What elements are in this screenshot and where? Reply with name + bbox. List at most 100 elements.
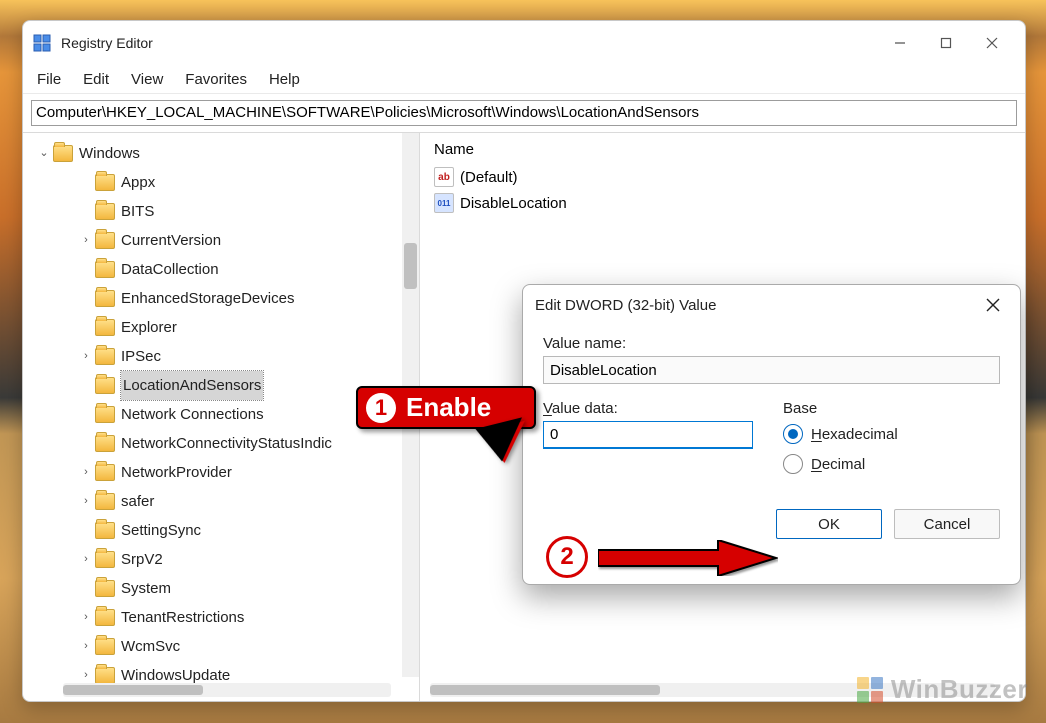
- address-input[interactable]: Computer\HKEY_LOCAL_MACHINE\SOFTWARE\Pol…: [31, 100, 1017, 126]
- tree-item-label: IPSec: [121, 342, 161, 371]
- maximize-button[interactable]: [923, 23, 969, 63]
- tree-item[interactable]: DataCollection: [23, 255, 419, 284]
- tree-item-label: Network Connections: [121, 400, 264, 429]
- menu-favorites[interactable]: Favorites: [185, 71, 247, 88]
- value-data-label: VValue data:alue data:: [543, 400, 753, 417]
- close-button[interactable]: [969, 23, 1015, 63]
- tree-item[interactable]: › safer: [23, 487, 419, 516]
- string-value-icon: ab: [434, 167, 454, 187]
- titlebar: Registry Editor: [23, 21, 1025, 65]
- menubar: File Edit View Favorites Help: [23, 65, 1025, 94]
- annotation-step1: 1 Enable: [356, 386, 536, 454]
- addressbar-container: Computer\HKEY_LOCAL_MACHINE\SOFTWARE\Pol…: [23, 94, 1025, 132]
- menu-file[interactable]: File: [37, 71, 61, 88]
- radio-hexadecimal[interactable]: Hexadecimal: [783, 419, 898, 449]
- ok-button[interactable]: OK: [776, 509, 882, 539]
- menu-help[interactable]: Help: [269, 71, 300, 88]
- window-title: Registry Editor: [61, 35, 153, 51]
- folder-icon: [95, 464, 115, 481]
- chevron-right-icon: ›: [79, 226, 93, 255]
- folder-icon: [95, 435, 115, 452]
- tree-item-label: safer: [121, 487, 154, 516]
- cancel-button[interactable]: Cancel: [894, 509, 1000, 539]
- tree-item[interactable]: EnhancedStorageDevices: [23, 284, 419, 313]
- tree-item[interactable]: Explorer: [23, 313, 419, 342]
- tree-item-label: DataCollection: [121, 255, 219, 284]
- folder-icon: [95, 551, 115, 568]
- tree-item-label: SettingSync: [121, 516, 201, 545]
- tree-item-label: System: [121, 574, 171, 603]
- chevron-right-icon: ›: [79, 603, 93, 632]
- folder-icon: [95, 174, 115, 191]
- binary-value-icon: 011: [434, 193, 454, 213]
- tree-item-label: SrpV2: [121, 545, 163, 574]
- folder-icon: [95, 638, 115, 655]
- chevron-right-icon: ›: [79, 458, 93, 487]
- folder-icon: [95, 667, 115, 684]
- folder-icon: [95, 493, 115, 510]
- chevron-right-icon: ›: [79, 632, 93, 661]
- folder-icon: [95, 203, 115, 220]
- folder-icon: [95, 319, 115, 336]
- tree-item-root[interactable]: ⌄Windows: [23, 139, 419, 168]
- folder-icon: [95, 261, 115, 278]
- tree-horizontal-scrollbar[interactable]: [63, 683, 391, 697]
- tree-item[interactable]: › CurrentVersion: [23, 226, 419, 255]
- dialog-titlebar: Edit DWORD (32-bit) Value: [523, 285, 1020, 325]
- value-data-input[interactable]: [543, 421, 753, 449]
- minimize-button[interactable]: [877, 23, 923, 63]
- tree-item-label: EnhancedStorageDevices: [121, 284, 294, 313]
- dialog-title: Edit DWORD (32-bit) Value: [535, 297, 716, 314]
- annotation-arrow: [598, 540, 778, 576]
- tree-item[interactable]: Appx: [23, 168, 419, 197]
- tree-item[interactable]: › TenantRestrictions: [23, 603, 419, 632]
- tree-item[interactable]: › IPSec: [23, 342, 419, 371]
- value-name-input[interactable]: [543, 356, 1000, 384]
- list-item[interactable]: 011DisableLocation: [430, 190, 1015, 216]
- tree-item[interactable]: › WcmSvc: [23, 632, 419, 661]
- folder-icon: [95, 406, 115, 423]
- tree-item-label: NetworkConnectivityStatusIndic: [121, 429, 332, 458]
- tree-item-label: CurrentVersion: [121, 226, 221, 255]
- annotation-step1-text: Enable: [406, 392, 491, 423]
- folder-icon: [95, 290, 115, 307]
- folder-icon: [95, 348, 115, 365]
- tree-item[interactable]: System: [23, 574, 419, 603]
- app-icon: [33, 34, 51, 52]
- chevron-right-icon: ›: [79, 487, 93, 516]
- menu-edit[interactable]: Edit: [83, 71, 109, 88]
- tree-item[interactable]: › NetworkProvider: [23, 458, 419, 487]
- tree-item-label: WcmSvc: [121, 632, 180, 661]
- tree-item[interactable]: SettingSync: [23, 516, 419, 545]
- value-name-label: Value name:: [543, 335, 1000, 352]
- tree-item[interactable]: BITS: [23, 197, 419, 226]
- chevron-right-icon: ›: [79, 342, 93, 371]
- radio-icon: [783, 424, 803, 444]
- column-header-name[interactable]: Name: [430, 139, 1015, 164]
- annotation-step2: 2: [546, 536, 588, 578]
- menu-view[interactable]: View: [131, 71, 163, 88]
- watermark: WinBuzzer: [857, 674, 1028, 705]
- tree-item-label: LocationAndSensors: [121, 371, 263, 400]
- tree-item[interactable]: › SrpV2: [23, 545, 419, 574]
- tree-item-label: NetworkProvider: [121, 458, 232, 487]
- list-item[interactable]: ab (Default): [430, 164, 1015, 190]
- base-legend: Base: [783, 400, 898, 417]
- tree-item-label: TenantRestrictions: [121, 603, 244, 632]
- chevron-right-icon: ›: [79, 545, 93, 574]
- folder-icon: [53, 145, 73, 162]
- folder-icon: [95, 580, 115, 597]
- radio-decimal[interactable]: Decimal: [783, 449, 898, 479]
- watermark-logo-icon: [857, 677, 883, 703]
- chevron-down-icon: ⌄: [37, 139, 51, 168]
- folder-icon: [95, 232, 115, 249]
- tree-item-label: Explorer: [121, 313, 177, 342]
- dialog-close-button[interactable]: [978, 290, 1008, 320]
- watermark-text: WinBuzzer: [891, 674, 1028, 705]
- folder-icon: [95, 609, 115, 626]
- folder-icon: [95, 377, 115, 394]
- tree-item-label: Appx: [121, 168, 155, 197]
- list-item-label: (Default): [460, 169, 518, 186]
- annotation-step1-number: 1: [366, 393, 396, 423]
- folder-icon: [95, 522, 115, 539]
